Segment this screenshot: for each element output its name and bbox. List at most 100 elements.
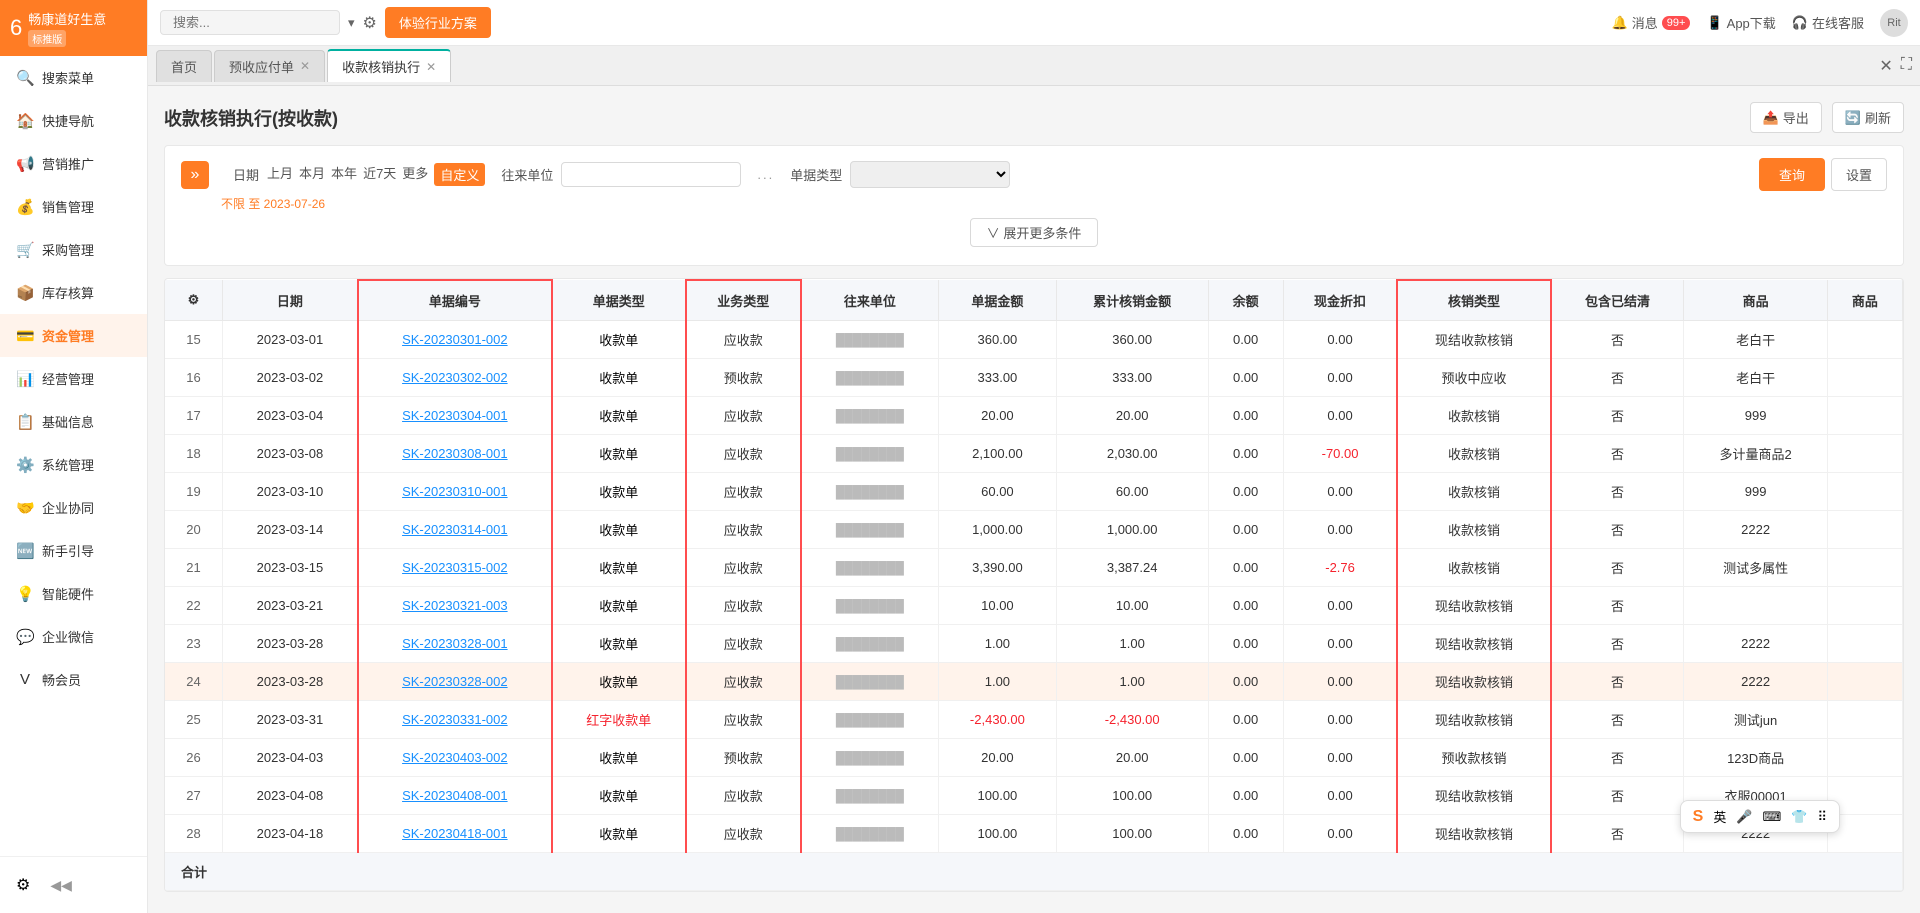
doc-no-link[interactable]: SK-20230304-001: [402, 408, 508, 423]
export-button[interactable]: 📤 导出: [1750, 102, 1822, 133]
doc-no-link[interactable]: SK-20230301-002: [402, 332, 508, 347]
col-doc-type[interactable]: 单据类型: [552, 280, 686, 321]
sidebar-item-guide[interactable]: 🆕 新手引导: [0, 529, 147, 572]
doc-no-link[interactable]: SK-20230328-002: [402, 674, 508, 689]
settings-icon[interactable]: ⚙: [16, 875, 30, 895]
sidebar-item-wechat[interactable]: 💬 企业微信: [0, 615, 147, 658]
cell-doc-no: SK-20230403-002: [358, 739, 552, 777]
sidebar-item-hardware[interactable]: 💡 智能硬件: [0, 572, 147, 615]
doc-no-link[interactable]: SK-20230331-002: [402, 712, 508, 727]
messages-label: 消息: [1632, 13, 1658, 32]
cell-goods: 2222: [1684, 663, 1827, 701]
refresh-icon: 🔄: [1845, 110, 1861, 126]
col-amount[interactable]: 单据金额: [939, 280, 1057, 321]
cell-doc-type: 收款单: [552, 777, 686, 815]
cell-goods2: [1827, 397, 1902, 435]
system-icon: ⚙️: [16, 456, 34, 474]
sidebar-item-collab[interactable]: 🤝 企业协同: [0, 486, 147, 529]
cell-amount: 100.00: [939, 815, 1057, 853]
sidebar-item-quicknav[interactable]: 🏠 快捷导航: [0, 99, 147, 142]
support-item[interactable]: 🎧 在线客服: [1792, 13, 1864, 32]
query-button[interactable]: 查询: [1759, 158, 1825, 191]
tab-payment-list-close-icon[interactable]: ✕: [300, 59, 310, 73]
ime-logo: S: [1693, 808, 1704, 826]
date-link-more[interactable]: 更多: [402, 163, 428, 186]
col-goods2[interactable]: 商品: [1827, 280, 1902, 321]
date-link-7days[interactable]: 近7天: [363, 163, 396, 186]
doc-no-link[interactable]: SK-20230403-002: [402, 750, 508, 765]
col-balance[interactable]: 余额: [1208, 280, 1283, 321]
tab-payment-exec-close-icon[interactable]: ✕: [426, 60, 436, 74]
doc-no-link[interactable]: SK-20230302-002: [402, 370, 508, 385]
ime-grid-icon[interactable]: ⠿: [1817, 809, 1827, 825]
ime-keyboard-icon[interactable]: ⌨: [1763, 809, 1782, 825]
col-biz-type[interactable]: 业务类型: [686, 280, 801, 321]
date-link-custom[interactable]: 自定义: [434, 163, 485, 186]
filter-arrow-icon[interactable]: »: [181, 161, 209, 189]
topbar-right: 🔔 消息 99+ 📱 App下载 🎧 在线客服 Rit: [1612, 9, 1908, 37]
sidebar-item-operation[interactable]: 📊 经营管理: [0, 357, 147, 400]
sidebar-item-search[interactable]: 🔍 搜索菜单: [0, 56, 147, 99]
col-doc-no[interactable]: 单据编号: [358, 280, 552, 321]
sidebar-item-inventory[interactable]: 📦 库存核算: [0, 271, 147, 314]
setting-button[interactable]: 设置: [1831, 158, 1887, 191]
cell-date: 2023-03-08: [222, 435, 358, 473]
col-cancel-type[interactable]: 核销类型: [1397, 280, 1550, 321]
user-avatar[interactable]: Rit: [1880, 9, 1908, 37]
sidebar-item-system[interactable]: ⚙️ 系统管理: [0, 443, 147, 486]
topbar-search-input[interactable]: [160, 10, 340, 35]
tab-home[interactable]: 首页: [156, 50, 212, 82]
sidebar-item-member[interactable]: V 畅会员: [0, 658, 147, 701]
ime-mic-icon[interactable]: 🎤: [1736, 809, 1752, 825]
sidebar-item-capital[interactable]: 💳 资金管理: [0, 314, 147, 357]
sidebar-item-purchase[interactable]: 🛒 采购管理: [0, 228, 147, 271]
app-download-item[interactable]: 📱 App下载: [1706, 13, 1775, 32]
filter-partner-input[interactable]: [561, 162, 741, 187]
cell-doc-no: SK-20230315-002: [358, 549, 552, 587]
dropdown-arrow-icon[interactable]: ▾: [348, 15, 355, 31]
filter-doctype-select[interactable]: [850, 161, 1010, 188]
doc-no-link[interactable]: SK-20230328-001: [402, 636, 508, 651]
doc-no-link[interactable]: SK-20230308-001: [402, 446, 508, 461]
cell-cancel-type: 预收中应收: [1397, 359, 1550, 397]
doc-no-link[interactable]: SK-20230321-003: [402, 598, 508, 613]
col-gear[interactable]: ⚙: [165, 280, 222, 321]
col-cash-discount[interactable]: 现金折扣: [1283, 280, 1397, 321]
date-link-last-month[interactable]: 上月: [267, 163, 293, 186]
cell-doc-no: SK-20230302-002: [358, 359, 552, 397]
sidebar-item-basic[interactable]: 📋 基础信息: [0, 400, 147, 443]
tabbar-expand-icon[interactable]: ⛶: [1901, 56, 1912, 76]
col-cum-cancel[interactable]: 累计核销金额: [1056, 280, 1208, 321]
topbar-gear-icon[interactable]: ⚙: [363, 13, 377, 33]
col-goods[interactable]: 商品: [1684, 280, 1827, 321]
collapse-icon[interactable]: ◀◀: [50, 877, 72, 894]
tab-payment-list[interactable]: 预收应付单 ✕: [214, 50, 325, 82]
expand-more-button[interactable]: ∨ 展开更多条件: [970, 218, 1099, 247]
cell-date: 2023-04-18: [222, 815, 358, 853]
solution-button[interactable]: 体验行业方案: [385, 7, 491, 38]
sidebar-item-marketing[interactable]: 📢 营销推广: [0, 142, 147, 185]
doc-no-link[interactable]: SK-20230310-001: [402, 484, 508, 499]
cell-goods2: [1827, 625, 1902, 663]
date-link-this-year[interactable]: 本年: [331, 163, 357, 186]
doc-no-link[interactable]: SK-20230314-001: [402, 522, 508, 537]
filter-doctype-item: 单据类型: [790, 161, 1010, 188]
support-label: 在线客服: [1812, 13, 1864, 32]
sidebar-item-sales[interactable]: 💰 销售管理: [0, 185, 147, 228]
cell-num: 16: [165, 359, 222, 397]
col-date[interactable]: 日期: [222, 280, 358, 321]
col-include-settled[interactable]: 包含已结清: [1551, 280, 1684, 321]
collab-icon: 🤝: [16, 499, 34, 517]
messages-item[interactable]: 🔔 消息 99+: [1612, 13, 1691, 32]
tabbar-close-icon[interactable]: ✕: [1879, 56, 1892, 76]
ime-shirt-icon[interactable]: 👕: [1791, 809, 1807, 825]
date-link-this-month[interactable]: 本月: [299, 163, 325, 186]
col-partner[interactable]: 往来单位: [801, 280, 939, 321]
cell-balance: 0.00: [1208, 359, 1283, 397]
doc-no-link[interactable]: SK-20230315-002: [402, 560, 508, 575]
cell-partner: ████████: [801, 511, 939, 549]
refresh-button[interactable]: 🔄 刷新: [1832, 102, 1904, 133]
doc-no-link[interactable]: SK-20230408-001: [402, 788, 508, 803]
doc-no-link[interactable]: SK-20230418-001: [402, 826, 508, 841]
tab-payment-exec[interactable]: 收款核销执行 ✕: [327, 49, 451, 82]
